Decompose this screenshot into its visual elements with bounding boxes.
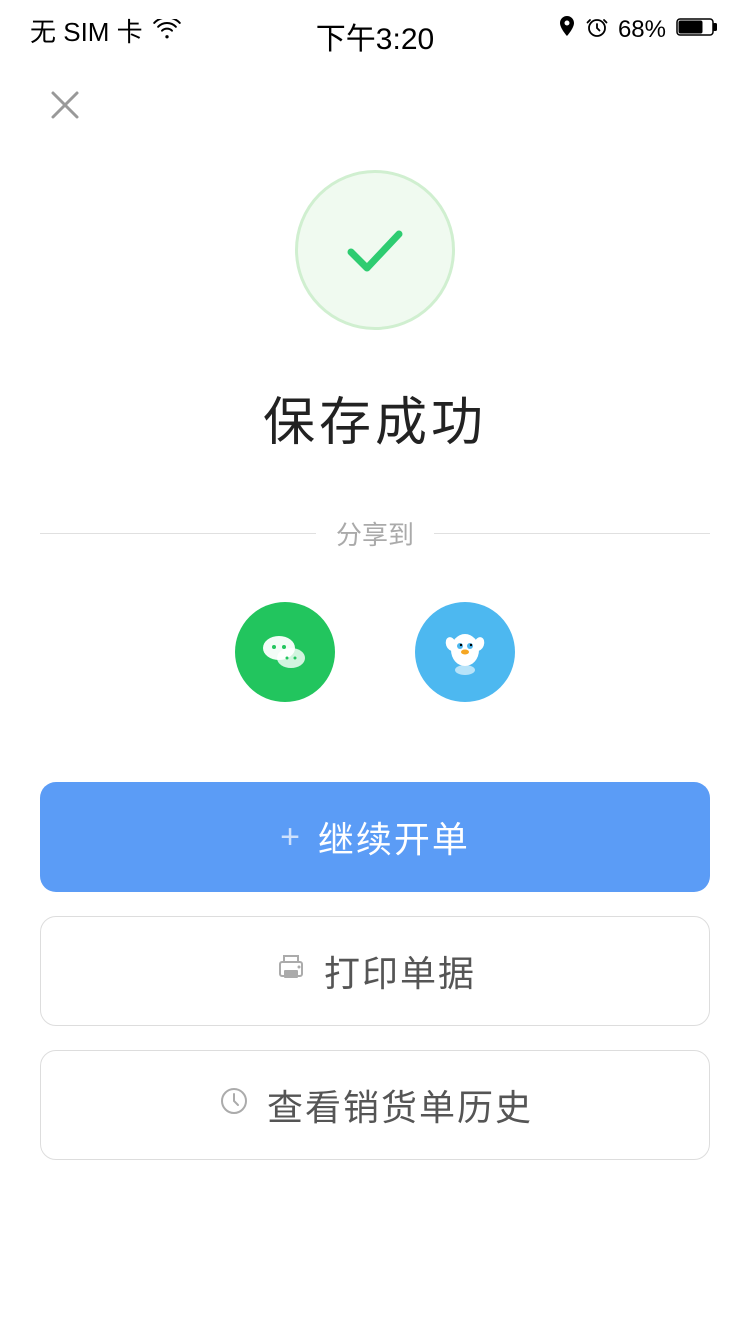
close-button[interactable]	[40, 80, 90, 130]
alarm-icon	[586, 16, 608, 45]
battery-icon	[676, 16, 720, 45]
history-button[interactable]: 查看销货单历史	[40, 1050, 710, 1160]
print-button[interactable]: 打印单据	[40, 916, 710, 1026]
action-buttons: + 继续开单 打印单据 查看销货单历史	[40, 782, 710, 1160]
success-title: 保存成功	[263, 380, 487, 455]
plus-icon: +	[280, 818, 302, 857]
share-divider: 分享到	[40, 515, 710, 552]
continue-label: 继续开单	[318, 811, 470, 863]
divider-right	[434, 533, 710, 534]
wifi-icon	[153, 15, 181, 46]
share-label: 分享到	[336, 515, 414, 552]
print-label: 打印单据	[324, 945, 476, 997]
location-icon	[558, 16, 576, 45]
history-label: 查看销货单历史	[267, 1079, 533, 1131]
status-right: 68%	[558, 16, 720, 45]
carrier-label: 无 SIM 卡	[30, 12, 143, 49]
wechat-share-button[interactable]	[235, 602, 335, 702]
share-icons	[40, 602, 710, 702]
history-icon	[217, 1084, 251, 1127]
continue-button[interactable]: + 继续开单	[40, 782, 710, 892]
status-time: 下午3:20	[316, 14, 434, 58]
success-icon	[295, 170, 455, 330]
print-icon	[274, 950, 308, 993]
battery-label: 68%	[618, 16, 666, 44]
divider-left	[40, 533, 316, 534]
status-left: 无 SIM 卡	[30, 12, 181, 49]
status-bar: 无 SIM 卡 下午3:20 68%	[0, 0, 750, 60]
main-content: 保存成功 分享到	[0, 130, 750, 1334]
share-section: 分享到	[40, 515, 710, 702]
qq-share-button[interactable]	[415, 602, 515, 702]
